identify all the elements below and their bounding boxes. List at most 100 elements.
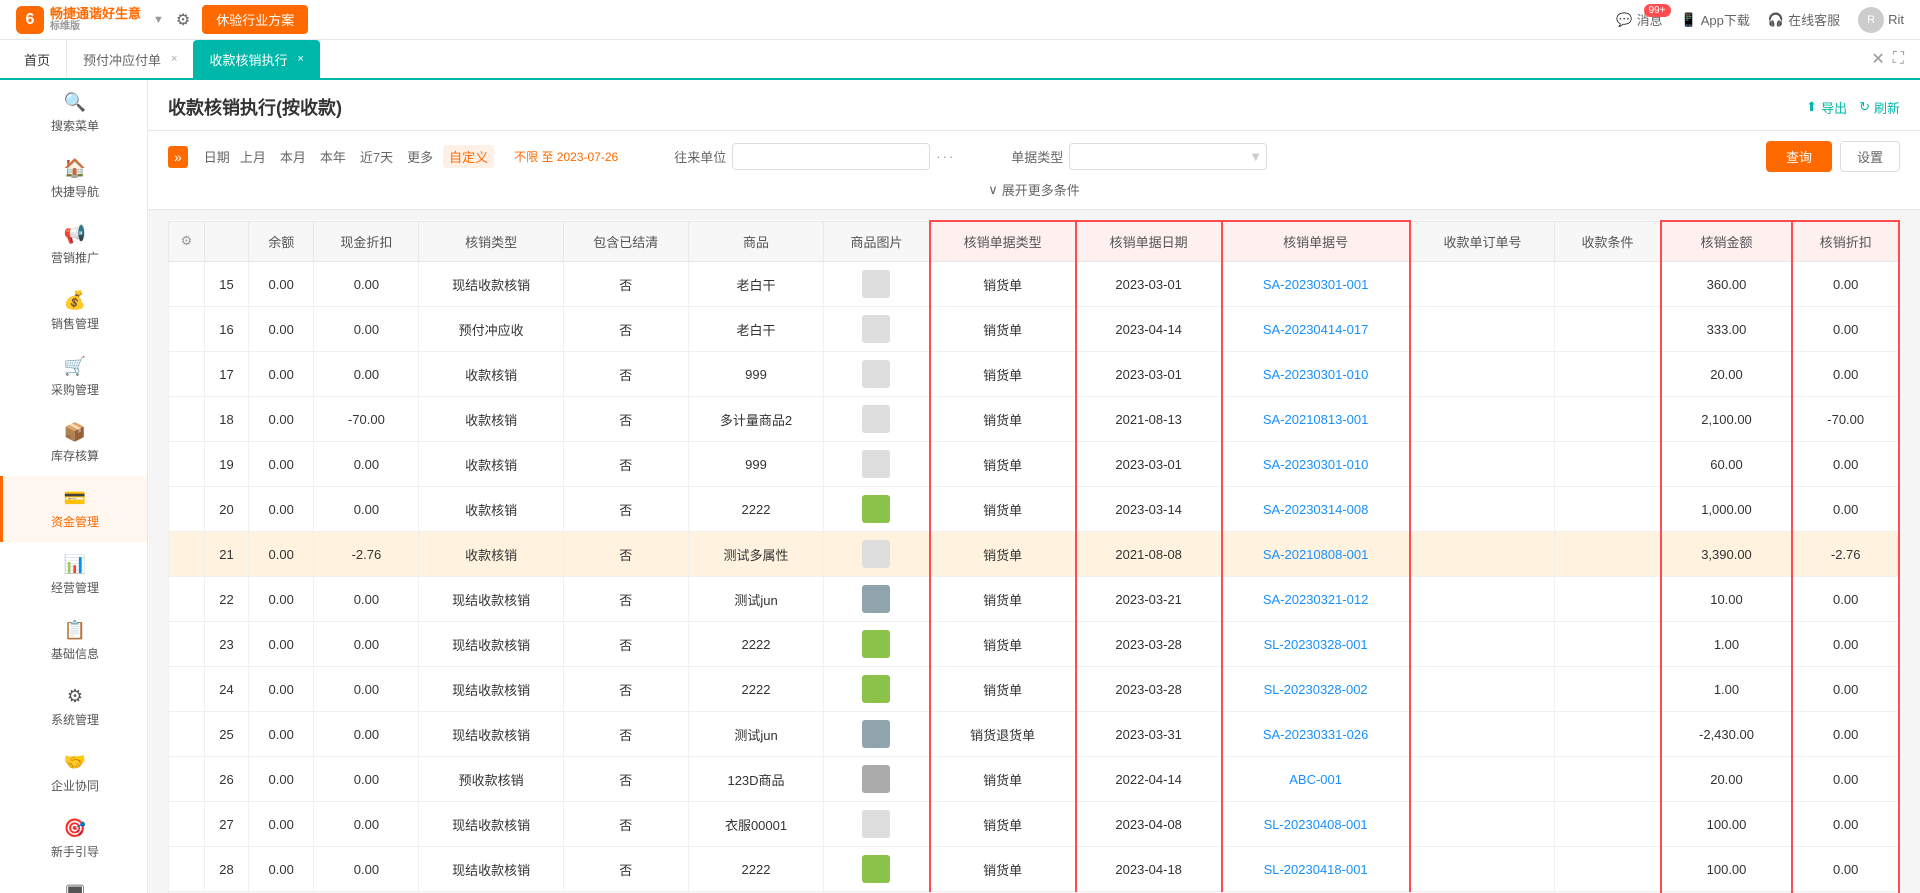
message-badge: 99+ [1644, 4, 1671, 17]
sidebar-label-sales: 销售管理 [51, 315, 99, 332]
date-opt-custom[interactable]: 自定义 [443, 145, 494, 168]
online-service-item[interactable]: 🎧 在线客服 [1768, 10, 1840, 29]
cell-product: 测试多属性 [688, 532, 824, 577]
voucher-no-link[interactable]: SA-20230301-010 [1263, 457, 1369, 472]
cell-offset-discount: -70.00 [1792, 397, 1899, 442]
cell-receipt-condition [1555, 667, 1661, 712]
cell-product: 测试jun [688, 712, 824, 757]
date-opt-this-month[interactable]: 本月 [276, 145, 310, 168]
sidebar-label-operations: 经营管理 [51, 579, 99, 596]
voucher-no-link[interactable]: SA-20210808-001 [1263, 547, 1369, 562]
sidebar-item-sales[interactable]: 💰 销售管理 [0, 278, 147, 344]
voucher-type-input[interactable] [1069, 143, 1267, 170]
filter-settings-button[interactable]: 设置 [1840, 141, 1900, 172]
sidebar-item-inventory[interactable]: 📦 库存核算 [0, 410, 147, 476]
query-button[interactable]: 查询 [1766, 141, 1832, 172]
cell-offset-discount: 0.00 [1792, 262, 1899, 307]
user-area[interactable]: R Rit [1858, 7, 1904, 33]
col-cash-discount-header: 现金折扣 [314, 221, 419, 262]
sidebar-item-operations[interactable]: 📊 经营管理 [0, 542, 147, 608]
sidebar-item-basic[interactable]: 📋 基础信息 [0, 608, 147, 674]
corp-icon: 🤝 [64, 752, 86, 773]
date-opt-more[interactable]: 更多 [403, 145, 437, 168]
logo-dropdown-arrow[interactable]: ▼ [153, 14, 164, 26]
cell-offset-voucher-type: 销货单 [930, 307, 1076, 352]
tab-receipt-offset[interactable]: 收款核销执行 × [193, 40, 319, 80]
settings-icon[interactable]: ⚙ [176, 10, 190, 30]
voucher-type-filter: 单据类型 ▼ [1011, 143, 1262, 170]
voucher-no-link[interactable]: SL-20230408-001 [1264, 817, 1368, 832]
cell-offset-voucher-date: 2023-03-01 [1076, 352, 1222, 397]
voucher-no-link[interactable]: SA-20230321-012 [1263, 592, 1369, 607]
cell-receipt-order-no [1410, 397, 1555, 442]
cell-product: 老白干 [688, 307, 824, 352]
cell-seq: 24 [205, 667, 249, 712]
window-close-icon[interactable]: ✕ [1871, 49, 1884, 69]
refresh-button[interactable]: ↻ 刷新 [1859, 98, 1900, 117]
cell-receipt-condition [1555, 487, 1661, 532]
page-title: 收款核销执行(按收款) [168, 94, 342, 120]
tab-prepay[interactable]: 预付冲应付单 × [67, 40, 193, 80]
cell-product: 2222 [688, 847, 824, 892]
tab-receipt-offset-close[interactable]: × [297, 53, 303, 65]
cell-offset-voucher-no: SA-20210808-001 [1222, 532, 1410, 577]
tab-prepay-close[interactable]: × [171, 53, 177, 65]
voucher-no-link[interactable]: SA-20230301-001 [1263, 277, 1369, 292]
voucher-no-link[interactable]: SA-20230331-026 [1263, 727, 1369, 742]
voucher-no-link[interactable]: SA-20230301-010 [1263, 367, 1369, 382]
counterpart-dots: ··· [936, 149, 955, 164]
sidebar-item-marketing[interactable]: 📢 营销推广 [0, 212, 147, 278]
expand-button[interactable]: ∨ 展开更多条件 [988, 180, 1080, 199]
message-icon: 💬 [1616, 12, 1632, 28]
voucher-no-link[interactable]: SL-20230328-001 [1264, 637, 1368, 652]
sidebar-item-search[interactable]: 🔍 搜索菜单 [0, 80, 147, 146]
logo-main: 畅捷通谐好生意 [50, 6, 141, 22]
date-opt-last-month[interactable]: 上月 [236, 145, 270, 168]
cell-include-settled: 否 [563, 712, 688, 757]
cell-product-img [824, 667, 930, 712]
main-content: 🔍 搜索菜单 🏠 快捷导航 📢 营销推广 💰 销售管理 🛒 采购管理 📦 库存核… [0, 80, 1920, 893]
voucher-no-link[interactable]: SL-20230328-002 [1264, 682, 1368, 697]
sidebar-item-finance[interactable]: 💳 资金管理 [0, 476, 147, 542]
sidebar-item-purchase[interactable]: 🛒 采购管理 [0, 344, 147, 410]
cell-offset-voucher-no: SA-20210813-001 [1222, 397, 1410, 442]
col-settings-icon[interactable]: ⚙ [181, 233, 193, 248]
sidebar-item-shortcuts[interactable]: 🏠 快捷导航 [0, 146, 147, 212]
cell-seq: 23 [205, 622, 249, 667]
cell-offset-amount: 1,000.00 [1661, 487, 1793, 532]
voucher-no-link[interactable]: SA-20230314-008 [1263, 502, 1369, 517]
tab-home[interactable]: 首页 [8, 40, 67, 78]
cell-balance: 0.00 [249, 352, 314, 397]
export-button[interactable]: ⬆ 导出 [1806, 98, 1847, 117]
date-opt-this-year[interactable]: 本年 [316, 145, 350, 168]
cell-product: 123D商品 [688, 757, 824, 802]
counterpart-input[interactable] [732, 143, 930, 170]
sidebar-item-guide[interactable]: 🎯 新手引导 [0, 806, 147, 872]
voucher-no-link[interactable]: SL-20230418-001 [1264, 862, 1368, 877]
cell-offset-voucher-type: 销货单 [930, 442, 1076, 487]
sidebar-item-system[interactable]: ⚙ 系统管理 [0, 674, 147, 740]
cell-offset-type: 收款核销 [419, 352, 564, 397]
sidebar-item-corp[interactable]: 🤝 企业协同 [0, 740, 147, 806]
cell-offset-voucher-type: 销货单 [930, 532, 1076, 577]
cell-balance: 0.00 [249, 532, 314, 577]
system-icon: ⚙ [67, 686, 83, 707]
window-maximize-icon[interactable]: ⛶ [1893, 50, 1904, 68]
app-download-item[interactable]: 📱 App下载 [1681, 10, 1750, 29]
cell-offset-voucher-date: 2023-04-08 [1076, 802, 1222, 847]
col-product-header: 商品 [688, 221, 824, 262]
voucher-no-link[interactable]: SA-20230414-017 [1263, 322, 1369, 337]
voucher-no-link[interactable]: ABC-001 [1289, 772, 1342, 787]
solution-button[interactable]: 休验行业方案 [202, 5, 308, 34]
cell-offset-voucher-type: 销货单 [930, 757, 1076, 802]
message-item[interactable]: 💬 消息 99+ [1616, 10, 1662, 29]
sidebar-item-hardware[interactable]: 🖥 智能硬件 [0, 872, 147, 893]
date-opt-7days[interactable]: 近7天 [356, 145, 397, 168]
cell-include-settled: 否 [563, 352, 688, 397]
cell-receipt-condition [1555, 577, 1661, 622]
filter-collapse-button[interactable]: » [168, 146, 188, 168]
cell-cash-discount: 0.00 [314, 577, 419, 622]
voucher-no-link[interactable]: SA-20210813-001 [1263, 412, 1369, 427]
sales-icon: 💰 [64, 290, 86, 311]
table-area[interactable]: ⚙ 余额 现金折扣 核销类型 包含已结清 商品 商品图片 核销单据类型 核销单据… [148, 210, 1920, 893]
